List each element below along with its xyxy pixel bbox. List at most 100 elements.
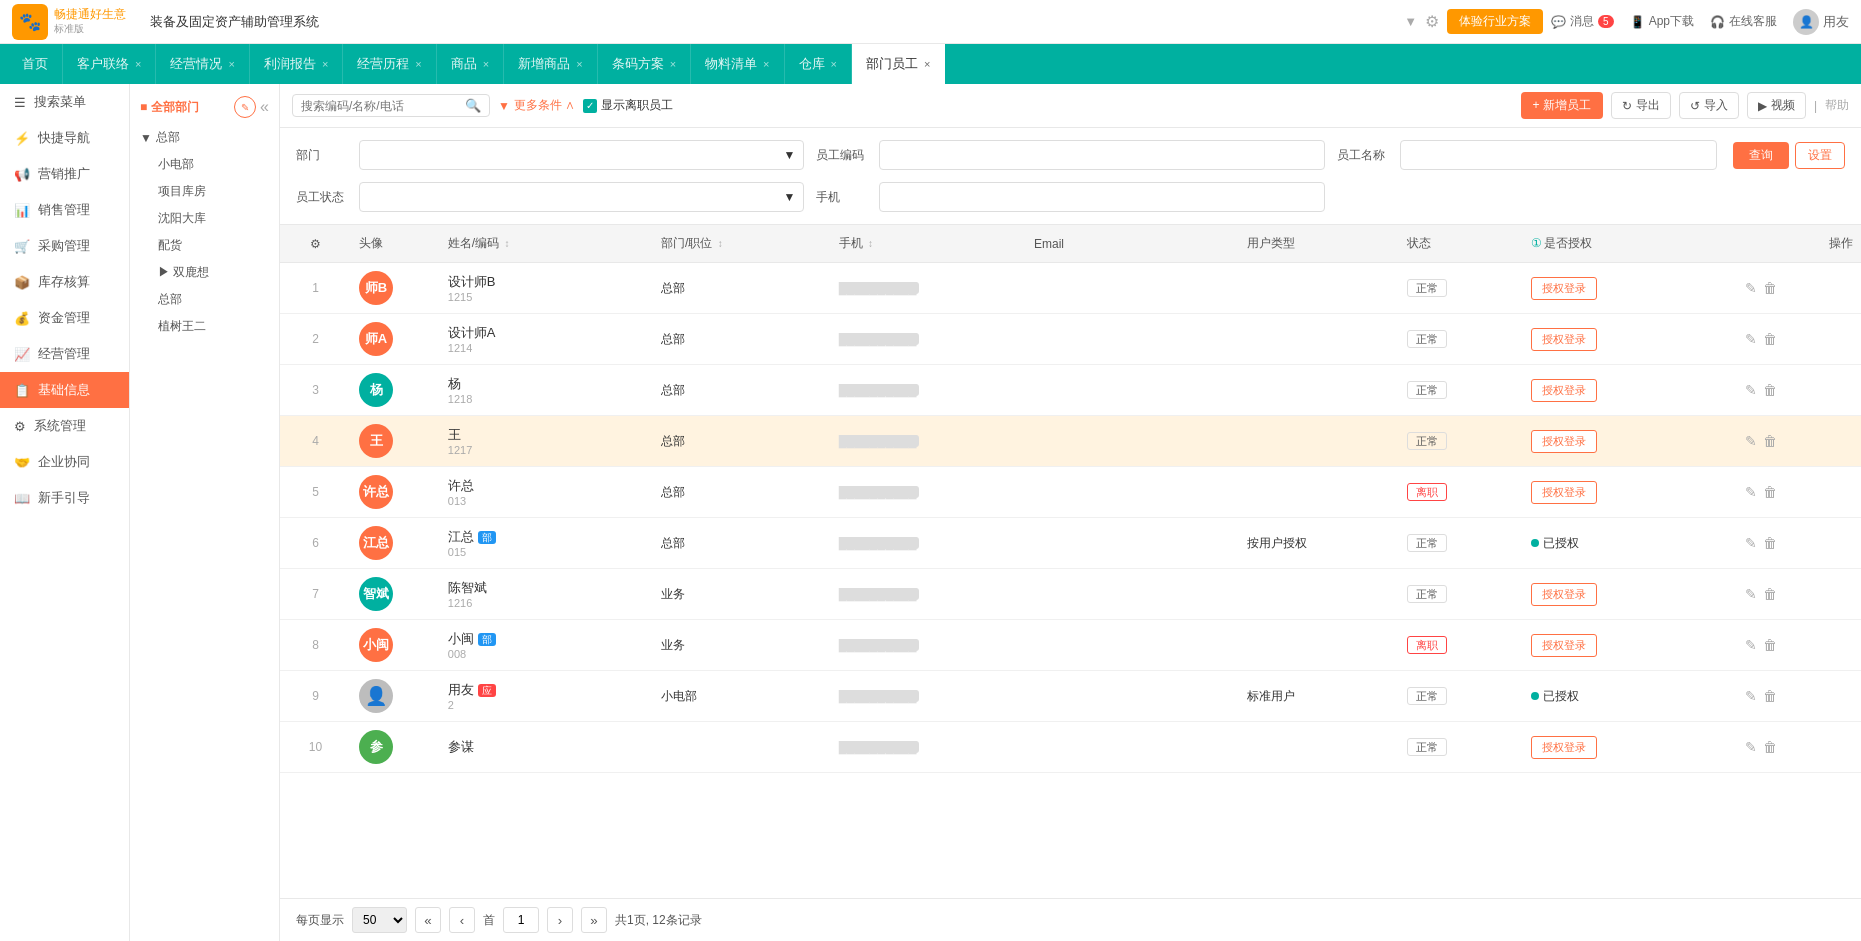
sidebar-item-basic[interactable]: 📋 基础信息 [0,372,129,408]
delete-icon[interactable]: 🗑 [1763,331,1777,347]
auth-button[interactable]: 授权登录 [1531,634,1597,657]
dept-slx[interactable]: ▶ 双鹿想 [130,259,279,286]
auth-button[interactable]: 授权登录 [1531,481,1597,504]
filter-empcode-input[interactable] [879,140,1324,170]
edit-icon[interactable]: ✎ [1745,280,1757,296]
delete-icon[interactable]: 🗑 [1763,637,1777,653]
sidebar-item-purchase[interactable]: 🛒 采购管理 [0,228,129,264]
app-download-button[interactable]: 📱 App下载 [1630,13,1694,30]
search-input[interactable] [301,99,461,113]
tab-goods[interactable]: 商品 × [437,44,504,84]
try-button[interactable]: 体验行业方案 [1447,9,1543,34]
dropdown-icon[interactable]: ▼ [1404,14,1417,29]
tab-home[interactable]: 首页 [8,44,63,84]
dept-xdb[interactable]: 小电部 [130,151,279,178]
dept-xmkf[interactable]: 项目库房 [130,178,279,205]
delete-icon[interactable]: 🗑 [1763,688,1777,704]
page-number-input[interactable] [503,907,539,933]
edit-icon[interactable]: ✎ [1745,331,1757,347]
more-filter-button[interactable]: ▼ 更多条件 ∧ [498,97,575,114]
export-button[interactable]: ↻ 导出 [1611,92,1671,119]
first-page-button[interactable]: « [415,907,441,933]
next-page-button[interactable]: › [547,907,573,933]
filter-dept-select[interactable]: ▼ [359,140,804,170]
auth-button[interactable]: 授权登录 [1531,379,1597,402]
filter-empname-input[interactable] [1400,140,1717,170]
settings-icon[interactable]: ⚙ [1425,12,1439,31]
edit-icon[interactable]: ✎ [1745,637,1757,653]
import-button[interactable]: ↺ 导入 [1679,92,1739,119]
col-dept-header[interactable]: 部门/职位 ↕ [653,225,831,263]
show-inactive-checkbox[interactable]: ✓ [583,99,597,113]
sidebar-item-collab[interactable]: 🤝 企业协同 [0,444,129,480]
tab-customer[interactable]: 客户联络 × [63,44,156,84]
sidebar-item-guide[interactable]: 📖 新手引导 [0,480,129,516]
tab-operation[interactable]: 经营情况 × [156,44,249,84]
auth-button[interactable]: 授权登录 [1531,328,1597,351]
edit-icon[interactable]: ✎ [1745,535,1757,551]
message-button[interactable]: 💬 消息 5 [1551,13,1614,30]
delete-icon[interactable]: 🗑 [1763,739,1777,755]
tab-profit[interactable]: 利润报告 × [250,44,343,84]
edit-icon[interactable]: ✎ [1745,586,1757,602]
tab-new-goods[interactable]: 新增商品 × [504,44,597,84]
add-employee-button[interactable]: + 新增员工 [1521,92,1603,119]
help-btn[interactable]: 帮助 [1825,97,1849,114]
auth-button[interactable]: 授权登录 [1531,736,1597,759]
employee-code: 013 [448,495,645,507]
gear-icon[interactable]: ⚙ [310,237,321,251]
sidebar-item-business[interactable]: 📈 经营管理 [0,336,129,372]
edit-icon[interactable]: ✎ [1745,688,1757,704]
dept-sydl[interactable]: 沈阳大库 [130,205,279,232]
auth-button[interactable]: 授权登录 [1531,277,1597,300]
delete-icon[interactable]: 🗑 [1763,433,1777,449]
tab-barcode[interactable]: 条码方案 × [598,44,691,84]
col-name-header[interactable]: 姓名/编码 ↕ [440,225,653,263]
delete-icon[interactable]: 🗑 [1763,535,1777,551]
tab-warehouse[interactable]: 仓库 × [785,44,852,84]
sidebar-item-system[interactable]: ⚙ 系统管理 [0,408,129,444]
show-inactive-toggle[interactable]: ✓ 显示离职员工 [583,97,673,114]
filter-phone-input[interactable] [879,182,1324,212]
filter-empstatus-select[interactable]: ▼ [359,182,804,212]
name-cell: 设计师A 1214 [440,314,653,365]
all-dept-label[interactable]: ■ 全部部门 [140,99,234,116]
tab-history[interactable]: 经营历程 × [343,44,436,84]
usertype-cell [1239,416,1399,467]
edit-icon[interactable]: ✎ [1745,484,1757,500]
delete-icon[interactable]: 🗑 [1763,280,1777,296]
edit-icon[interactable]: ✎ [1745,433,1757,449]
edit-icon[interactable]: ✎ [1745,382,1757,398]
sidebar-item-marketing[interactable]: 📢 营销推广 [0,156,129,192]
sidebar-item-sales[interactable]: 📊 销售管理 [0,192,129,228]
set-button[interactable]: 设置 [1795,142,1845,169]
online-service-button[interactable]: 🎧 在线客服 [1710,13,1777,30]
tab-material[interactable]: 物料清单 × [691,44,784,84]
dept-zb[interactable]: 总部 [130,286,279,313]
delete-icon[interactable]: 🗑 [1763,586,1777,602]
delete-icon[interactable]: 🗑 [1763,484,1777,500]
user-button[interactable]: 👤 用友 [1793,9,1849,35]
dept-edit-icon[interactable]: ✎ [234,96,256,118]
query-button[interactable]: 查询 [1733,142,1789,169]
tab-dept-staff[interactable]: 部门员工 × [852,44,945,84]
sidebar-item-quick[interactable]: ⚡ 快捷导航 [0,120,129,156]
auth-button[interactable]: 授权登录 [1531,583,1597,606]
page-size-select[interactable]: 50 100 [352,907,407,933]
sidebar-item-finance[interactable]: 💰 资金管理 [0,300,129,336]
last-page-button[interactable]: » [581,907,607,933]
dept-hq[interactable]: ▼ 总部 [130,124,279,151]
edit-icon[interactable]: ✎ [1745,739,1757,755]
prev-page-button[interactable]: ‹ [449,907,475,933]
sidebar-item-search[interactable]: ☰ 搜索菜单 [0,84,129,120]
search-icon[interactable]: 🔍 [465,98,481,113]
col-phone-header[interactable]: 手机 ↕ [831,225,1026,263]
dept-ph[interactable]: 配货 [130,232,279,259]
sidebar-item-inventory[interactable]: 📦 库存核算 [0,264,129,300]
delete-icon[interactable]: 🗑 [1763,382,1777,398]
view-button[interactable]: ▶ 视频 [1747,92,1806,119]
col-settings[interactable]: ⚙ [280,225,351,263]
dept-collapse-icon[interactable]: « [260,98,269,116]
dept-zsw[interactable]: 植树王二 [130,313,279,340]
auth-button[interactable]: 授权登录 [1531,430,1597,453]
